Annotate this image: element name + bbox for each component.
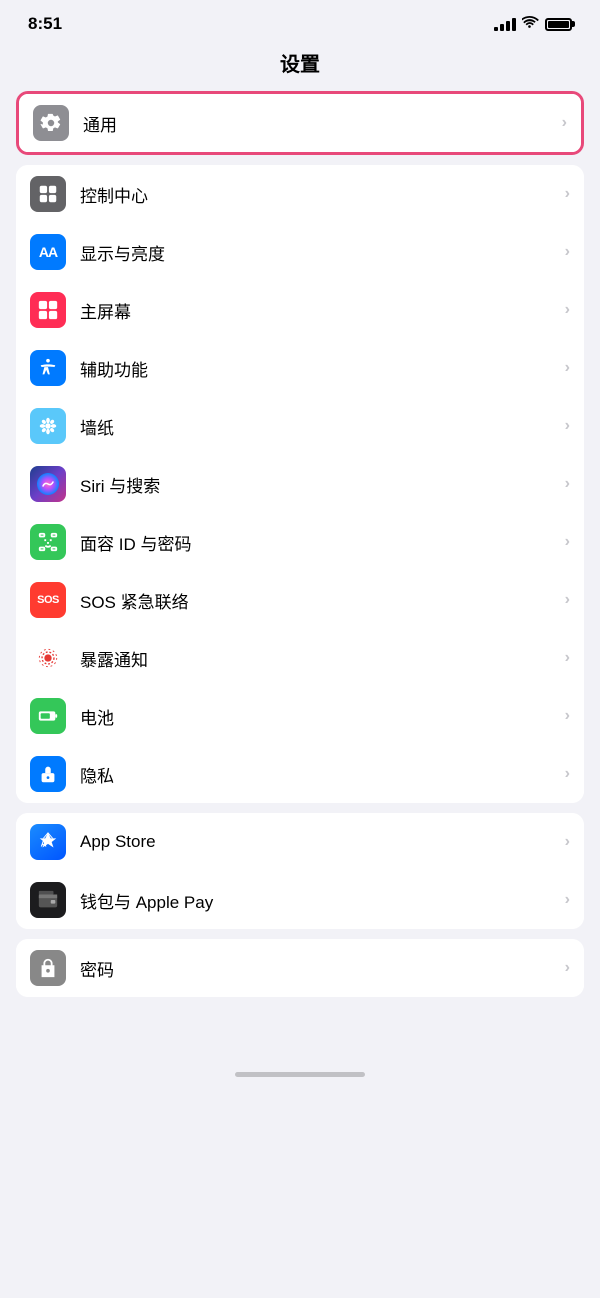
passwords-icon <box>30 950 66 986</box>
chevron-icon: › <box>565 185 570 203</box>
settings-row-battery[interactable]: 电池› <box>16 687 584 745</box>
wallet-label: 钱包与 Apple Pay <box>80 888 565 913</box>
privacy-icon <box>30 756 66 792</box>
status-time: 8:51 <box>28 14 62 34</box>
battery-label: 电池 <box>80 704 565 729</box>
settings-row-wallet[interactable]: 钱包与 Apple Pay› <box>16 871 584 929</box>
battery-status-icon <box>545 18 572 31</box>
display-label: 显示与亮度 <box>80 240 565 265</box>
homescreen-label: 主屏幕 <box>80 298 565 323</box>
siri-icon <box>30 466 66 502</box>
appstore-icon: A <box>30 824 66 860</box>
battery-icon <box>30 698 66 734</box>
sos-label: SOS 紧急联络 <box>80 588 565 613</box>
accessibility-icon <box>30 350 66 386</box>
wifi-icon <box>522 16 539 32</box>
exposure-icon <box>30 640 66 676</box>
home-indicator <box>235 1072 365 1077</box>
settings-group-general-group: 通用› <box>16 91 584 155</box>
wallet-icon <box>30 882 66 918</box>
bottom-area <box>0 1007 600 1087</box>
settings-group-system-group: 控制中心›AA显示与亮度› 主屏幕› 辅助功能› 墙纸› <box>16 165 584 803</box>
status-icons <box>494 16 572 32</box>
chevron-icon: › <box>565 959 570 977</box>
settings-row-wallpaper[interactable]: 墙纸› <box>16 397 584 455</box>
general-label: 通用 <box>83 111 562 136</box>
chevron-icon: › <box>565 359 570 377</box>
signal-icon <box>494 18 516 31</box>
settings-row-faceid[interactable]: 面容 ID 与密码› <box>16 513 584 571</box>
status-bar: 8:51 <box>0 0 600 42</box>
chevron-icon: › <box>565 765 570 783</box>
wallpaper-icon <box>30 408 66 444</box>
settings-row-appstore[interactable]: A App Store› <box>16 813 584 871</box>
chevron-icon: › <box>565 649 570 667</box>
appstore-label: App Store <box>80 832 565 852</box>
settings-row-exposure[interactable]: 暴露通知› <box>16 629 584 687</box>
chevron-icon: › <box>565 591 570 609</box>
chevron-icon: › <box>565 891 570 909</box>
homescreen-icon <box>30 292 66 328</box>
chevron-icon: › <box>565 417 570 435</box>
passwords-label: 密码 <box>80 956 565 981</box>
settings-container: 通用› 控制中心›AA显示与亮度› 主屏幕› 辅助功能› 墙纸› <box>0 91 600 997</box>
settings-row-siri[interactable]: Siri 与搜索› <box>16 455 584 513</box>
settings-group-store-group: A App Store› 钱包与 Apple Pay› <box>16 813 584 929</box>
privacy-label: 隐私 <box>80 762 565 787</box>
settings-row-control-center[interactable]: 控制中心› <box>16 165 584 223</box>
chevron-icon: › <box>565 833 570 851</box>
settings-row-privacy[interactable]: 隐私› <box>16 745 584 803</box>
chevron-icon: › <box>565 707 570 725</box>
control-center-icon <box>30 176 66 212</box>
settings-row-passwords[interactable]: 密码› <box>16 939 584 997</box>
chevron-icon: › <box>565 475 570 493</box>
settings-row-sos[interactable]: SOS SOS 紧急联络› <box>16 571 584 629</box>
exposure-label: 暴露通知 <box>80 646 565 671</box>
control-center-label: 控制中心 <box>80 182 565 207</box>
accessibility-label: 辅助功能 <box>80 356 565 381</box>
settings-row-homescreen[interactable]: 主屏幕› <box>16 281 584 339</box>
chevron-icon: › <box>562 114 567 132</box>
chevron-icon: › <box>565 243 570 261</box>
settings-row-general[interactable]: 通用› <box>19 94 581 152</box>
wallpaper-label: 墙纸 <box>80 414 565 439</box>
faceid-icon <box>30 524 66 560</box>
sos-icon: SOS <box>30 582 66 618</box>
chevron-icon: › <box>565 533 570 551</box>
settings-row-display[interactable]: AA 显示与亮度› <box>16 223 584 281</box>
svg-text:A: A <box>41 840 47 849</box>
siri-label: Siri 与搜索 <box>80 472 565 497</box>
settings-group-passwords-group: 密码› <box>16 939 584 997</box>
general-icon <box>33 105 69 141</box>
display-icon: AA <box>30 234 66 270</box>
settings-row-accessibility[interactable]: 辅助功能› <box>16 339 584 397</box>
chevron-icon: › <box>565 301 570 319</box>
faceid-label: 面容 ID 与密码 <box>80 530 565 555</box>
page-title: 设置 <box>0 42 600 91</box>
